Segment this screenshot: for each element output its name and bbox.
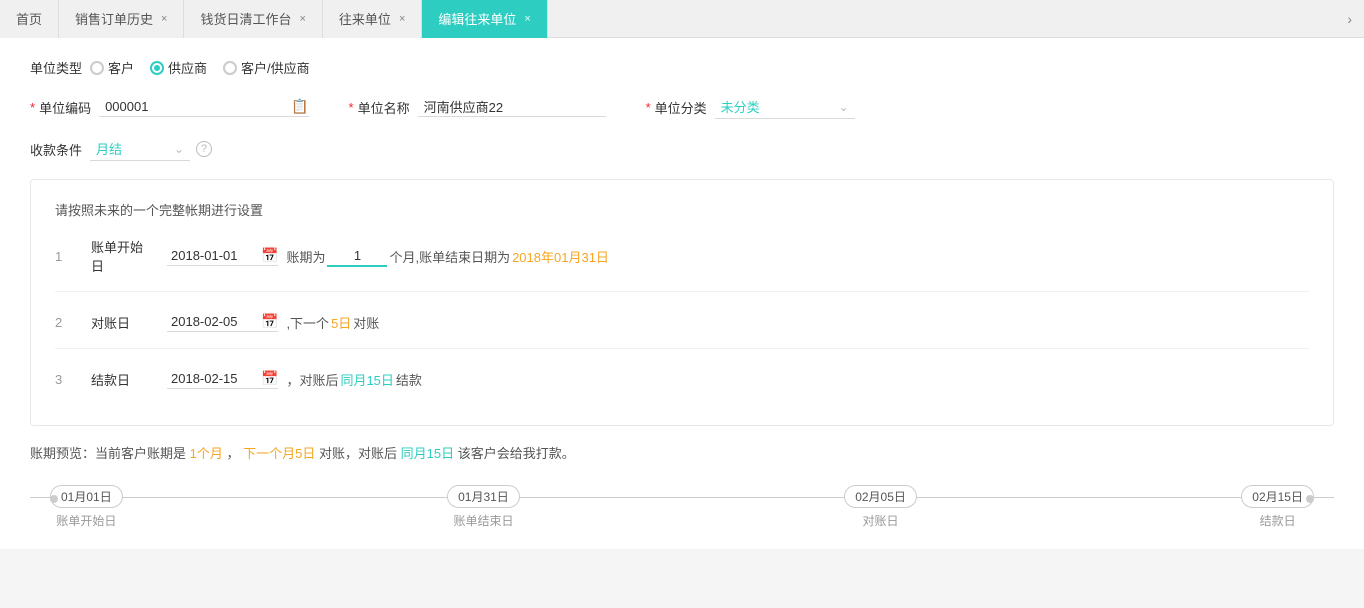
timeline-point-1: 01月01日 账单开始日 [50, 485, 123, 529]
main-content: 单位类型 客户 供应商 客户/供应商 * 单位编码 📋 [0, 38, 1364, 549]
timeline-badge-2: 01月31日 [447, 485, 520, 508]
period-row-1: 1 账单开始日 📅 账期为 个月,账单结束日期为 2018年01月31日 [55, 237, 1309, 292]
period-payment-highlight: 同月15日 [340, 370, 393, 389]
unit-type-label: 单位类型 [30, 58, 82, 77]
timeline-point-3: 02月05日 对账日 [844, 485, 917, 529]
radio-supplier-circle [150, 61, 164, 75]
unit-code-copy-icon[interactable]: 📋 [291, 98, 308, 115]
period-month-input[interactable] [327, 246, 387, 267]
tab-more-arrow[interactable]: › [1335, 11, 1364, 27]
unit-name-input[interactable] [418, 97, 606, 117]
period-suffix-2: ,下一个 5日 对账 [286, 313, 379, 332]
tab-edit-partner-close[interactable]: × [524, 13, 530, 25]
unit-code-group: * 单位编码 📋 [30, 97, 309, 117]
unit-category-arrow: ⌄ [839, 100, 849, 114]
period-cal-icon-2[interactable]: 📅 [261, 313, 278, 330]
period-date-input-3: 📅 [167, 369, 278, 389]
unit-name-group: * 单位名称 [349, 97, 606, 117]
tab-home[interactable]: 首页 [0, 0, 59, 38]
timeline-label-3: 对账日 [863, 512, 899, 529]
period-settings-section: 请按照未来的一个完整帐期进行设置 1 账单开始日 📅 账期为 个月,账单结束日期… [30, 179, 1334, 426]
payment-terms-value: 月结 [96, 139, 170, 158]
timeline-end-dot [1306, 495, 1314, 503]
unit-name-label: 单位名称 [358, 98, 410, 117]
timeline-label-4: 结款日 [1260, 512, 1296, 529]
timeline-badge-4: 02月15日 [1241, 485, 1314, 508]
tab-cash-workbench[interactable]: 钱货日清工作台 × [184, 0, 322, 38]
section-title: 请按照未来的一个完整帐期进行设置 [55, 200, 1309, 219]
radio-supplier[interactable]: 供应商 [150, 58, 207, 77]
payment-terms-row: 收款条件 月结 ⌄ ? [30, 137, 1334, 161]
period-suffix-1: 账期为 个月,账单结束日期为 2018年01月31日 [286, 246, 608, 267]
payment-terms-arrow: ⌄ [174, 142, 184, 156]
unit-code-input[interactable] [99, 97, 287, 116]
period-field-label-3: 结款日 [91, 370, 151, 389]
tab-cash-workbench-close[interactable]: × [299, 13, 305, 25]
timeline-start-dot [50, 495, 58, 503]
tab-edit-partner[interactable]: 编辑往来单位 × [422, 0, 547, 38]
period-date-field-3[interactable] [167, 369, 257, 388]
period-end-date-highlight: 2018年01月31日 [512, 247, 609, 266]
unit-category-select[interactable]: 未分类 ⌄ [715, 95, 855, 119]
period-num-2: 2 [55, 315, 75, 330]
timeline-point-4: 02月15日 结款日 [1241, 485, 1314, 529]
payment-terms-label: 收款条件 [30, 140, 82, 159]
period-cal-icon-1[interactable]: 📅 [261, 247, 278, 264]
timeline: 01月01日 账单开始日 01月31日 账单结束日 02月05日 对账日 02月… [30, 485, 1334, 529]
radio-customer-supplier-circle [223, 61, 237, 75]
radio-customer[interactable]: 客户 [90, 58, 134, 77]
unit-category-group: * 单位分类 未分类 ⌄ [646, 95, 855, 119]
unit-code-label: 单位编码 [39, 98, 91, 117]
unit-category-value: 未分类 [721, 97, 835, 116]
preview-section: 账期预览：当前客户账期是 1个月 ， 下一个月5日 对账，对账后 同月15日 该… [30, 442, 1334, 465]
unit-type-radio-group: 客户 供应商 客户/供应商 [90, 58, 310, 77]
payment-terms-select[interactable]: 月结 ⌄ [90, 137, 190, 161]
timeline-point-2: 01月31日 账单结束日 [447, 485, 520, 529]
tab-bar: 首页 销售订单历史 × 钱货日清工作台 × 往来单位 × 编辑往来单位 × › [0, 0, 1364, 38]
unit-type-row: 单位类型 客户 供应商 客户/供应商 [30, 58, 1334, 77]
period-num-3: 3 [55, 372, 75, 387]
period-date-field-2[interactable] [167, 312, 257, 331]
period-num-1: 1 [55, 249, 75, 264]
timeline-points: 01月01日 账单开始日 01月31日 账单结束日 02月05日 对账日 02月… [50, 485, 1314, 529]
radio-customer-circle [90, 61, 104, 75]
unit-info-row: * 单位编码 📋 * 单位名称 * 单位分类 未分类 ⌄ [30, 95, 1334, 119]
timeline-label-2: 账单结束日 [453, 512, 513, 529]
period-date-input-1: 📅 [167, 246, 278, 266]
tab-partner-units-close[interactable]: × [399, 13, 405, 25]
period-row-2: 2 对账日 📅 ,下一个 5日 对账 [55, 312, 1309, 349]
timeline-badge-1: 01月01日 [50, 485, 123, 508]
unit-code-input-wrapper: 📋 [99, 97, 308, 117]
tab-partner-units[interactable]: 往来单位 × [323, 0, 422, 38]
period-date-field-1[interactable] [167, 246, 257, 265]
payment-terms-help-icon[interactable]: ? [196, 141, 212, 157]
tab-sales-history[interactable]: 销售订单历史 × [59, 0, 184, 38]
period-date-input-2: 📅 [167, 312, 278, 332]
radio-customer-supplier[interactable]: 客户/供应商 [223, 58, 310, 77]
tab-sales-history-close[interactable]: × [161, 13, 167, 25]
timeline-label-1: 账单开始日 [56, 512, 116, 529]
period-reconcile-highlight: 5日 [331, 313, 351, 332]
period-field-label-2: 对账日 [91, 313, 151, 332]
period-suffix-3: ，对账后 同月15日 结款 [286, 370, 422, 389]
period-cal-icon-3[interactable]: 📅 [261, 370, 278, 387]
period-rows: 1 账单开始日 📅 账期为 个月,账单结束日期为 2018年01月31日 2 对… [55, 237, 1309, 405]
preview-part3: 同月15日 [401, 446, 454, 461]
unit-category-label: 单位分类 [655, 98, 707, 117]
preview-part2: 下一个月5日 [243, 446, 315, 461]
timeline-badge-3: 02月05日 [844, 485, 917, 508]
preview-part1: 1个月 [190, 446, 223, 461]
period-row-3: 3 结款日 📅 ，对账后 同月15日 结款 [55, 369, 1309, 405]
period-field-label-1: 账单开始日 [91, 237, 151, 275]
